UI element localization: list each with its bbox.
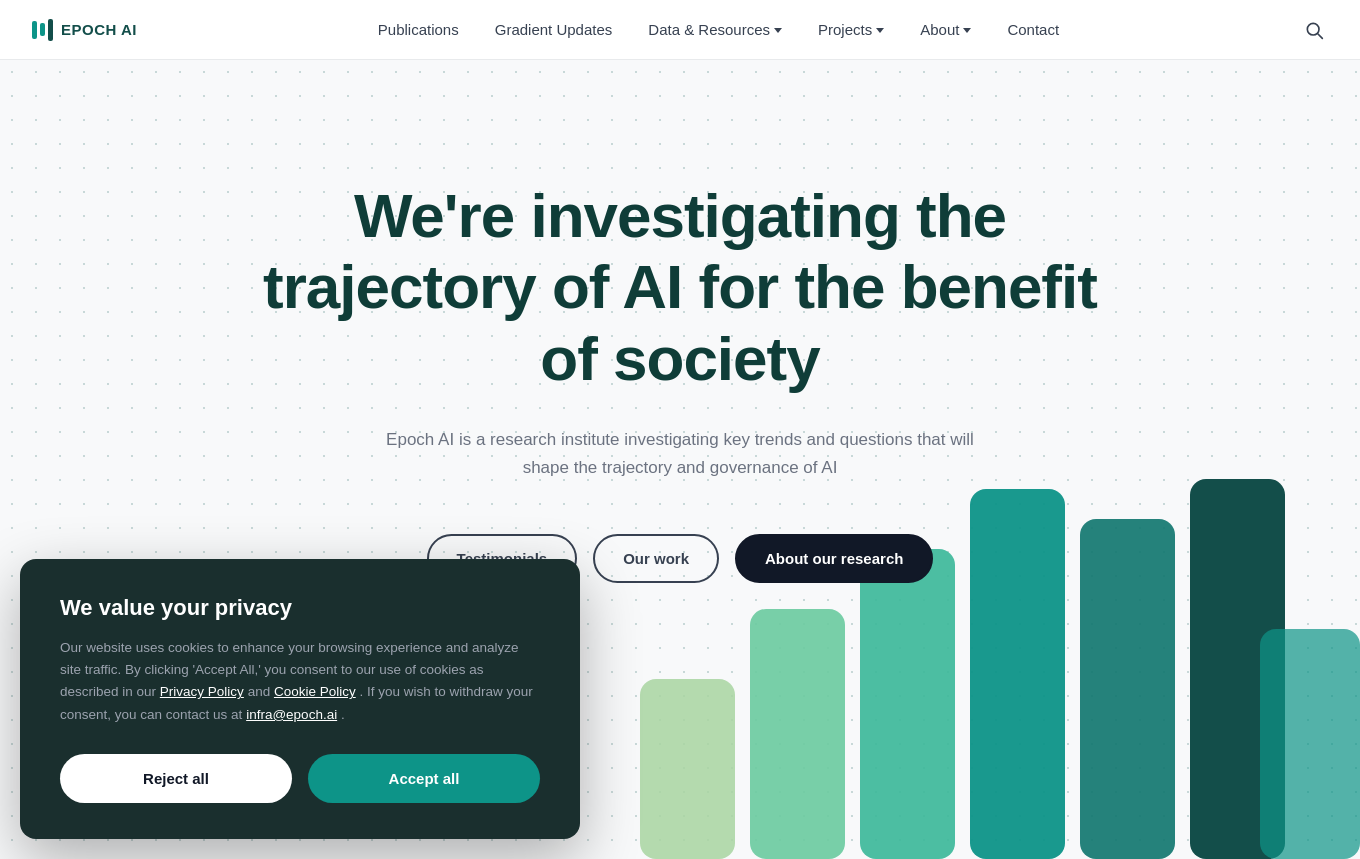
logo-link[interactable]: EPOCH AI xyxy=(32,19,137,41)
nav-item-projects[interactable]: Projects xyxy=(818,21,884,38)
chevron-down-icon xyxy=(963,28,971,33)
nav-dropdown-projects[interactable]: Projects xyxy=(818,21,884,38)
nav-link-publications[interactable]: Publications xyxy=(378,21,459,38)
reject-all-button[interactable]: Reject all xyxy=(60,754,292,803)
nav-item-data[interactable]: Data & Resources xyxy=(648,21,782,38)
svg-rect-8 xyxy=(1260,629,1360,859)
svg-rect-6 xyxy=(1080,519,1175,859)
privacy-policy-link[interactable]: Privacy Policy xyxy=(160,684,244,699)
cookie-body3: . xyxy=(341,707,345,722)
search-icon xyxy=(1304,20,1324,40)
nav-link-contact[interactable]: Contact xyxy=(1007,21,1059,38)
accept-all-button[interactable]: Accept all xyxy=(308,754,540,803)
about-research-button[interactable]: About our research xyxy=(735,534,933,583)
cookie-buttons: Reject all Accept all xyxy=(60,754,540,803)
nav-item-gradient[interactable]: Gradient Updates xyxy=(495,21,613,39)
infra-email-link[interactable]: infra@epoch.ai xyxy=(246,707,337,722)
cookie-title: We value your privacy xyxy=(60,595,540,621)
cookie-banner: We value your privacy Our website uses c… xyxy=(20,559,580,839)
nav-link-gradient[interactable]: Gradient Updates xyxy=(495,21,613,38)
nav-item-publications[interactable]: Publications xyxy=(378,21,459,39)
nav-dropdown-data[interactable]: Data & Resources xyxy=(648,21,782,38)
navbar: EPOCH AI Publications Gradient Updates D… xyxy=(0,0,1360,60)
logo-stripe-3 xyxy=(48,19,53,41)
nav-link-projects[interactable]: Projects xyxy=(818,21,872,38)
nav-item-contact[interactable]: Contact xyxy=(1007,21,1059,39)
cookie-policy-link[interactable]: Cookie Policy xyxy=(274,684,356,699)
nav-item-about[interactable]: About xyxy=(920,21,971,38)
nav-link-about[interactable]: About xyxy=(920,21,959,38)
svg-rect-4 xyxy=(860,549,955,859)
chevron-down-icon xyxy=(774,28,782,33)
cookie-and: and xyxy=(248,684,271,699)
logo-stripe-1 xyxy=(32,21,37,39)
logo-icon xyxy=(32,19,53,41)
svg-rect-5 xyxy=(970,489,1065,859)
our-work-button[interactable]: Our work xyxy=(593,534,719,583)
svg-rect-2 xyxy=(640,679,735,859)
svg-line-1 xyxy=(1318,33,1323,38)
cookie-body: Our website uses cookies to enhance your… xyxy=(60,637,540,726)
nav-links: Publications Gradient Updates Data & Res… xyxy=(378,21,1059,39)
chevron-down-icon xyxy=(876,28,884,33)
hero-subtitle: Epoch AI is a research institute investi… xyxy=(370,426,990,482)
logo-text: EPOCH AI xyxy=(61,21,137,38)
hero-title: We're investigating the trajectory of AI… xyxy=(230,180,1130,394)
nav-dropdown-about[interactable]: About xyxy=(920,21,971,38)
search-button[interactable] xyxy=(1300,16,1328,44)
nav-link-data[interactable]: Data & Resources xyxy=(648,21,770,38)
svg-rect-3 xyxy=(750,609,845,859)
logo-stripe-2 xyxy=(40,23,45,36)
